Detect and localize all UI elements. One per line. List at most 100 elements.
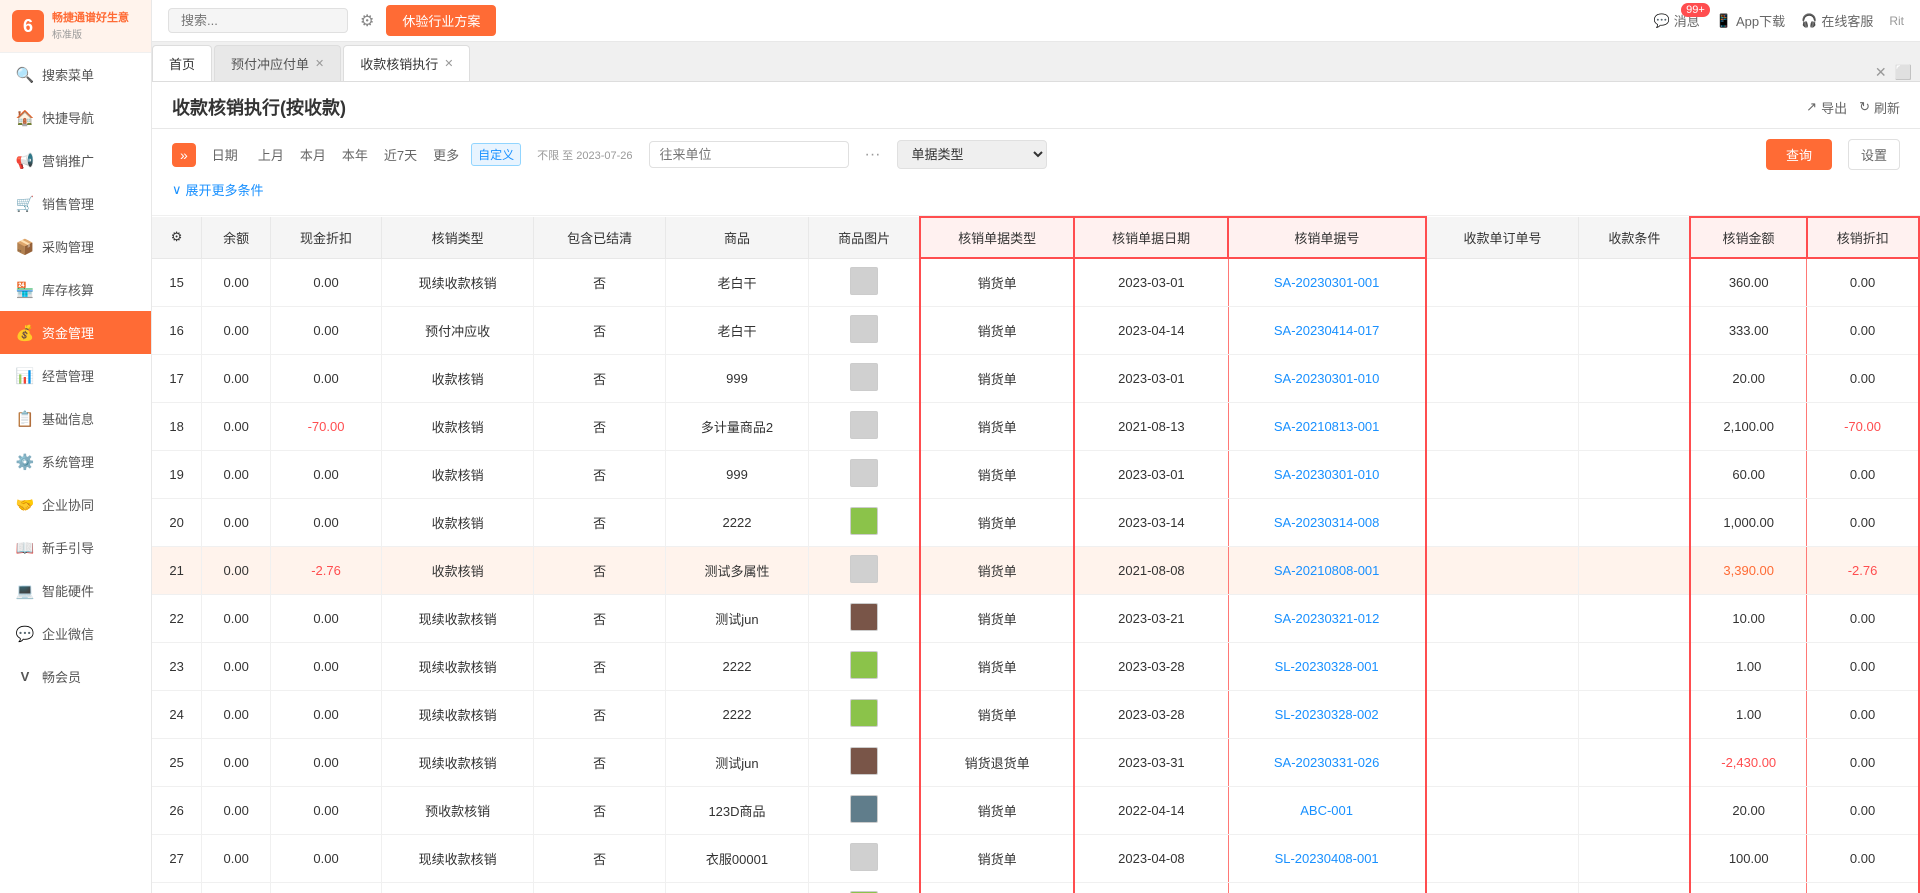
bill-no-link[interactable]: SL-20230328-002	[1275, 707, 1379, 722]
laptop-icon: 💻	[16, 582, 34, 600]
cell-write-off-type: 收款核销	[381, 402, 533, 450]
date-7days[interactable]: 近7天	[380, 143, 421, 166]
cell-bill-no[interactable]: SA-20230301-010	[1228, 450, 1425, 498]
table-wrapper[interactable]: ⚙ 余额 现金折扣 核销类型 包含已结清 商品 商品图片 核销单据类型 核销单据…	[152, 216, 1920, 893]
cell-bill-no[interactable]: SL-20230328-001	[1228, 642, 1425, 690]
bill-no-link[interactable]: ABC-001	[1300, 803, 1353, 818]
date-custom-btn[interactable]: 自定义	[471, 143, 521, 166]
date-last-month[interactable]: 上月	[254, 143, 288, 166]
close-window-icon[interactable]: ✕	[1875, 64, 1887, 81]
sidebar-item-finance[interactable]: 💰 资金管理	[0, 311, 151, 354]
home-icon: 🏠	[16, 109, 34, 127]
main-content: ⚙ 休验行业方案 💬 消息 99+ 📱 App下载 🎧 在线客服 Rit 首页 …	[152, 0, 1920, 893]
export-button[interactable]: ↗ 导出	[1806, 98, 1847, 117]
cell-receipt-cond	[1579, 690, 1691, 738]
cell-bill-no[interactable]: SA-20230321-012	[1228, 594, 1425, 642]
tab-collection-close[interactable]: ✕	[444, 57, 453, 70]
online-service[interactable]: 🎧 在线客服	[1801, 11, 1873, 30]
member-icon: V	[16, 668, 34, 686]
cell-receipt-order	[1426, 738, 1579, 786]
sidebar-item-wechat[interactable]: 💬 企业微信	[0, 612, 151, 655]
page-actions: ↗ 导出 ↻ 刷新	[1806, 98, 1900, 117]
cell-cash-discount: 0.00	[271, 882, 382, 893]
cell-cash-discount: 0.00	[271, 354, 382, 402]
bill-type-select[interactable]: 单据类型	[897, 140, 1047, 169]
cell-bill-no[interactable]: SA-20210808-001	[1228, 546, 1425, 594]
sidebar-item-hardware[interactable]: 💻 智能硬件	[0, 569, 151, 612]
bill-no-link[interactable]: SA-20230301-001	[1274, 275, 1380, 290]
bill-no-link[interactable]: SA-20210808-001	[1274, 563, 1380, 578]
sidebar-item-member[interactable]: V 畅会员	[0, 655, 151, 698]
setting-button[interactable]: 设置	[1848, 139, 1900, 170]
bill-no-link[interactable]: SA-20230414-017	[1274, 323, 1380, 338]
export-icon: ↗	[1806, 99, 1817, 115]
cell-bill-no[interactable]: SA-20230414-017	[1228, 306, 1425, 354]
bill-no-link[interactable]: SA-20210813-001	[1274, 419, 1380, 434]
cell-bill-no[interactable]: SA-20230314-008	[1228, 498, 1425, 546]
sidebar-item-label: 经营管理	[42, 366, 94, 385]
cell-include-settled: 否	[534, 882, 666, 893]
cell-bill-no[interactable]: SL-20230408-001	[1228, 834, 1425, 882]
cell-cash-discount: 0.00	[271, 738, 382, 786]
sidebar-item-search[interactable]: 🔍 搜索菜单	[0, 53, 151, 96]
sidebar-item-label: 销售管理	[42, 194, 94, 213]
search-input[interactable]	[168, 8, 348, 33]
partner-input[interactable]	[649, 141, 849, 168]
filter-expand-arrow[interactable]: »	[172, 143, 196, 167]
cell-bill-no[interactable]: SA-20210813-001	[1228, 402, 1425, 450]
cell-balance: 0.00	[202, 738, 271, 786]
tabs-right-actions: ✕ ⬜	[1875, 64, 1920, 81]
cell-balance: 0.00	[202, 882, 271, 893]
gear-icon[interactable]: ⚙	[360, 11, 374, 31]
cell-bill-no[interactable]: SL-20230418-001	[1228, 882, 1425, 893]
cell-bill-no[interactable]: SA-20230331-026	[1228, 738, 1425, 786]
query-button[interactable]: 查询	[1766, 139, 1832, 170]
cell-bill-no[interactable]: ABC-001	[1228, 786, 1425, 834]
cell-bill-no[interactable]: SA-20230301-001	[1228, 258, 1425, 306]
sidebar-item-system[interactable]: ⚙️ 系统管理	[0, 440, 151, 483]
sidebar-item-sales[interactable]: 🛒 销售管理	[0, 182, 151, 225]
tab-home[interactable]: 首页	[152, 45, 212, 81]
bill-no-link[interactable]: SA-20230321-012	[1274, 611, 1380, 626]
tab-prepay-close[interactable]: ✕	[315, 57, 324, 70]
tab-prepay[interactable]: 预付冲应付单 ✕	[214, 45, 341, 81]
message-area[interactable]: 💬 消息 99+	[1654, 11, 1700, 30]
date-this-year[interactable]: 本年	[338, 143, 372, 166]
sidebar-item-corp[interactable]: 🤝 企业协同	[0, 483, 151, 526]
refresh-button[interactable]: ↻ 刷新	[1859, 98, 1900, 117]
bill-no-link[interactable]: SA-20230301-010	[1274, 371, 1380, 386]
app-download[interactable]: 📱 App下载	[1716, 11, 1785, 30]
partner-more-icon[interactable]: ···	[865, 146, 881, 164]
cell-bill-no[interactable]: SL-20230328-002	[1228, 690, 1425, 738]
cell-receipt-order	[1426, 498, 1579, 546]
cell-bill-type: 销货单	[920, 786, 1074, 834]
bill-no-link[interactable]: SA-20230301-010	[1274, 467, 1380, 482]
sidebar-item-quick-nav[interactable]: 🏠 快捷导航	[0, 96, 151, 139]
cell-receipt-order	[1426, 546, 1579, 594]
expand-more-filters[interactable]: ∨ 展开更多条件	[172, 174, 1900, 205]
bill-no-link[interactable]: SA-20230314-008	[1274, 515, 1380, 530]
date-more[interactable]: 更多	[429, 143, 463, 166]
cell-bill-no[interactable]: SA-20230301-010	[1228, 354, 1425, 402]
bill-no-link[interactable]: SL-20230408-001	[1275, 851, 1379, 866]
sidebar-item-marketing[interactable]: 📢 营销推广	[0, 139, 151, 182]
sidebar-item-inventory[interactable]: 🏪 库存核算	[0, 268, 151, 311]
col-cash-discount: 现金折扣	[271, 217, 382, 258]
user-label[interactable]: Rit	[1889, 14, 1904, 28]
cell-write-off-amount: 1.00	[1690, 690, 1806, 738]
sidebar-item-guide[interactable]: 📖 新手引导	[0, 526, 151, 569]
cell-receipt-cond	[1579, 450, 1691, 498]
cell-num: 19	[152, 450, 202, 498]
maximize-icon[interactable]: ⬜	[1895, 64, 1912, 81]
sidebar-item-business[interactable]: 📊 经营管理	[0, 354, 151, 397]
industry-button[interactable]: 休验行业方案	[386, 5, 496, 36]
cell-write-off-amount: 333.00	[1690, 306, 1806, 354]
sidebar-item-basic[interactable]: 📋 基础信息	[0, 397, 151, 440]
cell-balance: 0.00	[202, 690, 271, 738]
bill-no-link[interactable]: SA-20230331-026	[1274, 755, 1380, 770]
cell-bill-date: 2021-08-13	[1074, 402, 1228, 450]
tab-collection[interactable]: 收款核销执行 ✕	[343, 45, 470, 81]
sidebar-item-purchase[interactable]: 📦 采购管理	[0, 225, 151, 268]
date-this-month[interactable]: 本月	[296, 143, 330, 166]
bill-no-link[interactable]: SL-20230328-001	[1275, 659, 1379, 674]
